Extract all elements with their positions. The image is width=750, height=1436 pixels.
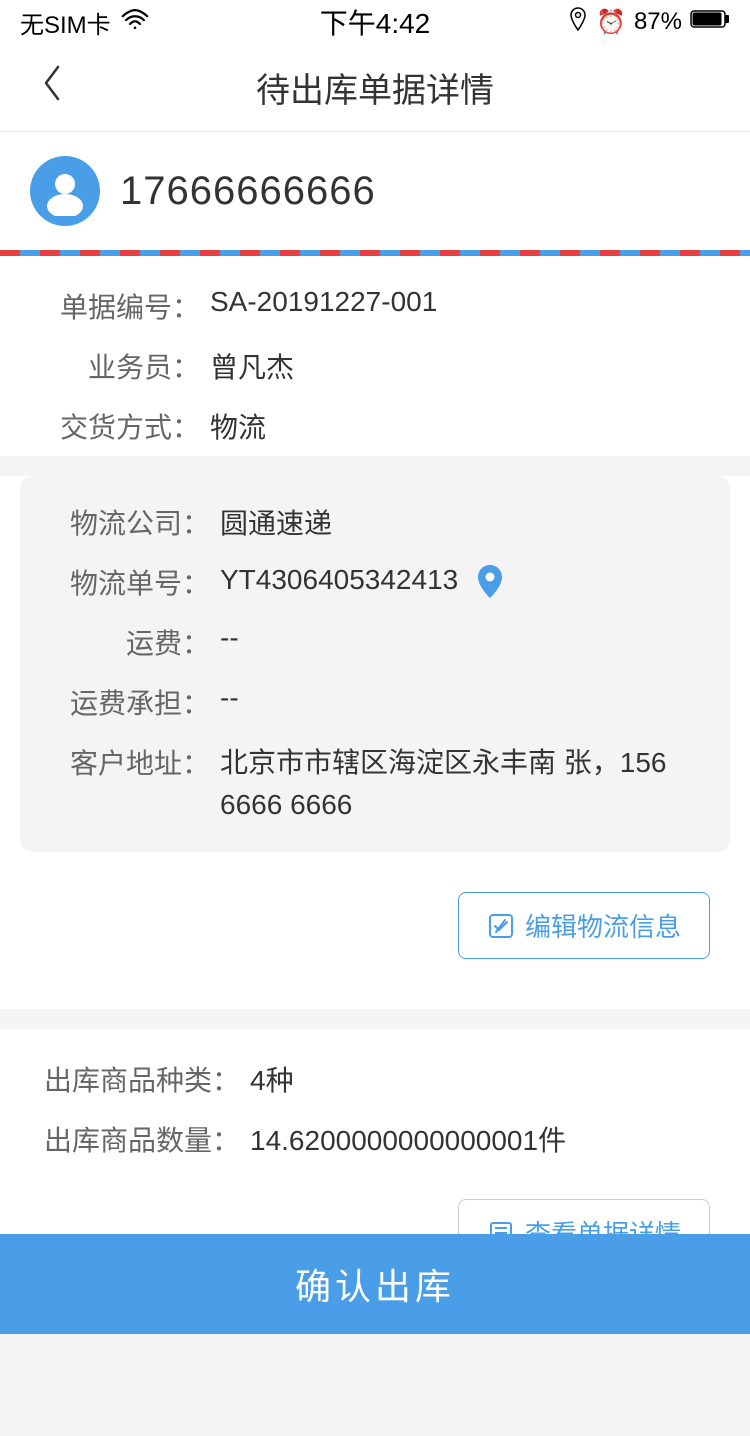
wifi-icon [121, 8, 149, 36]
nav-bar: 待出库单据详情 [0, 44, 750, 132]
freight-bearer-row: 运费承担： -- [50, 682, 700, 722]
confirm-bar[interactable]: 确认出库 [0, 1234, 750, 1334]
freight-label: 运费： [50, 622, 210, 662]
logistics-tracking-container: YT4306405342413 [220, 562, 700, 598]
sales-person-value: 曾凡杰 [210, 346, 710, 386]
back-button[interactable] [30, 53, 74, 122]
document-number-value: SA-20191227-001 [210, 286, 710, 318]
tracking-location-button[interactable] [472, 562, 508, 598]
page-title: 待出库单据详情 [256, 63, 494, 112]
edit-logistics-container: 编辑物流信息 [0, 872, 750, 979]
location-status-icon [568, 7, 588, 38]
freight-row: 运费： -- [50, 622, 700, 662]
confirm-button-label: 确认出库 [295, 1258, 455, 1310]
goods-quantity-value: 14.6200000000000001件 [250, 1119, 710, 1159]
section-divider-1 [0, 1009, 750, 1029]
bottom-placeholder [0, 1316, 750, 1436]
avatar [30, 156, 100, 226]
customer-card: 17666666666 [0, 132, 750, 250]
goods-type-value: 4种 [250, 1059, 710, 1099]
logistics-tracking-row: 物流单号： YT4306405342413 [50, 562, 700, 602]
customer-phone: 17666666666 [120, 169, 376, 214]
freight-bearer-label: 运费承担： [50, 682, 210, 722]
freight-bearer-value: -- [220, 682, 700, 714]
logistics-company-label: 物流公司： [50, 502, 210, 542]
battery-label: 87% [634, 8, 682, 36]
battery-icon [690, 8, 730, 36]
order-info-section: 单据编号： SA-20191227-001 业务员： 曾凡杰 交货方式： 物流 [0, 256, 750, 456]
goods-quantity-row: 出库商品数量： 14.6200000000000001件 [40, 1119, 710, 1159]
status-right: ⏰ 87% [568, 7, 730, 38]
carrier-label: 无SIM卡 [20, 5, 111, 40]
goods-quantity-label: 出库商品数量： [40, 1119, 240, 1159]
logistics-tracking-value: YT4306405342413 [220, 564, 458, 596]
logistics-wrapper: 物流公司： 圆通速递 物流单号： YT4306405342413 运费： -- … [0, 476, 750, 1009]
document-number-row: 单据编号： SA-20191227-001 [40, 286, 710, 326]
delivery-method-row: 交货方式： 物流 [40, 406, 710, 446]
delivery-method-label: 交货方式： [40, 406, 200, 446]
address-value: 北京市市辖区海淀区永丰南 张，156 6666 6666 [220, 742, 700, 826]
logistics-card: 物流公司： 圆通速递 物流单号： YT4306405342413 运费： -- … [20, 476, 730, 852]
address-label: 客户地址： [50, 742, 210, 782]
alarm-icon: ⏰ [596, 8, 626, 37]
logistics-company-value: 圆通速递 [220, 502, 700, 542]
sales-person-row: 业务员： 曾凡杰 [40, 346, 710, 386]
delivery-method-value: 物流 [210, 406, 710, 446]
status-bar: 无SIM卡 下午4:42 ⏰ 87% [0, 0, 750, 44]
edit-logistics-label: 编辑物流信息 [525, 907, 681, 944]
sales-person-label: 业务员： [40, 346, 200, 386]
edit-logistics-button[interactable]: 编辑物流信息 [458, 892, 710, 959]
document-number-label: 单据编号： [40, 286, 200, 326]
goods-type-row: 出库商品种类： 4种 [40, 1059, 710, 1099]
address-row: 客户地址： 北京市市辖区海淀区永丰南 张，156 6666 6666 [50, 742, 700, 826]
freight-value: -- [220, 622, 700, 654]
logistics-tracking-label: 物流单号： [50, 562, 210, 602]
goods-type-label: 出库商品种类： [40, 1059, 240, 1099]
status-time: 下午4:42 [320, 2, 431, 42]
logistics-company-row: 物流公司： 圆通速递 [50, 502, 700, 542]
status-left: 无SIM卡 [20, 5, 149, 40]
